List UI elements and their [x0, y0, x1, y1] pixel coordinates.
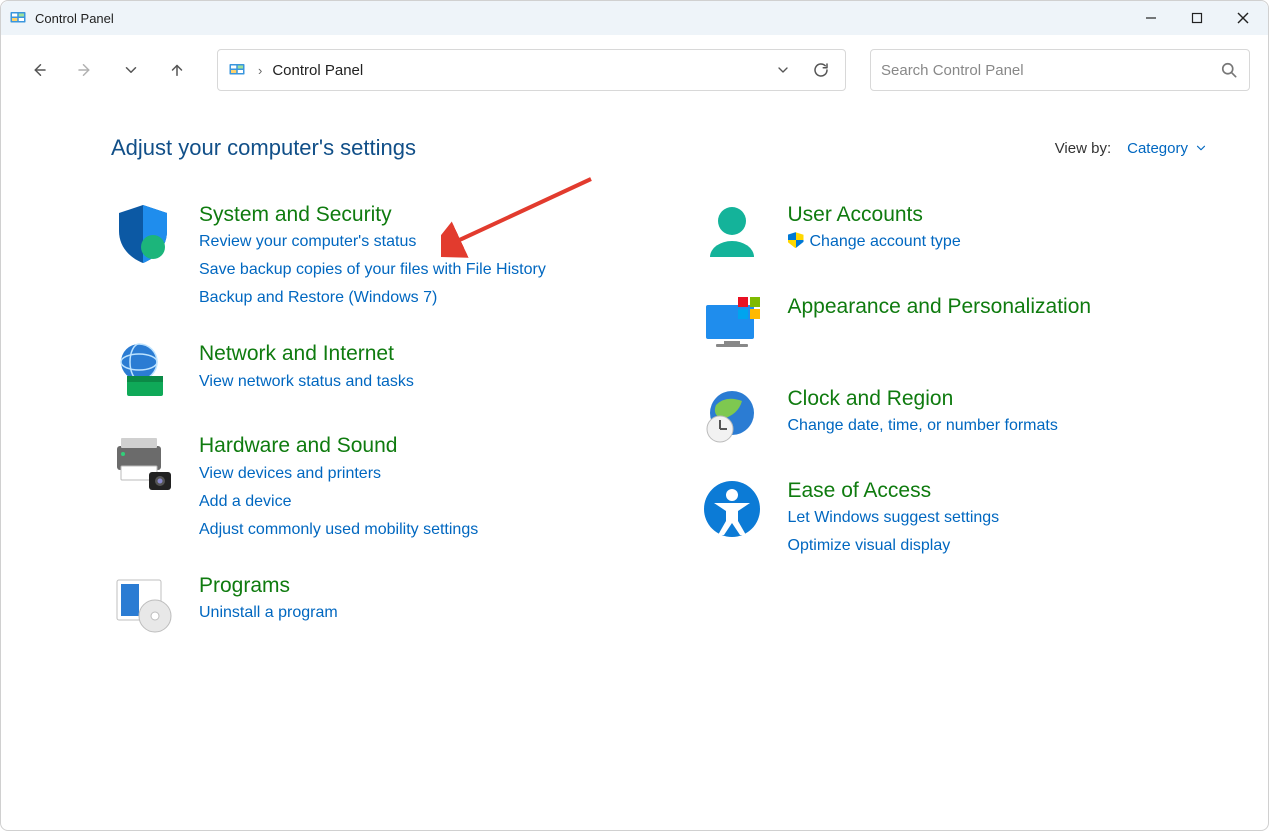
up-button[interactable] — [157, 50, 197, 90]
forward-button[interactable] — [65, 50, 105, 90]
titlebar: Control Panel — [1, 1, 1268, 35]
accessibility-icon — [700, 477, 764, 541]
shield-icon — [111, 201, 175, 265]
maximize-button[interactable] — [1174, 1, 1220, 35]
content-area: Adjust your computer's settings View by:… — [1, 105, 1268, 664]
category-title[interactable]: Clock and Region — [788, 387, 954, 410]
category-title[interactable]: Hardware and Sound — [199, 434, 397, 457]
programs-disc-icon — [111, 572, 175, 636]
page-heading: Adjust your computer's settings — [111, 135, 416, 161]
chevron-down-icon — [1194, 141, 1208, 155]
back-button[interactable] — [19, 50, 59, 90]
category-link[interactable]: Change date, time, or number formats — [788, 412, 1058, 440]
minimize-button[interactable] — [1128, 1, 1174, 35]
address-path: Control Panel — [272, 62, 765, 79]
left-column: System and Security Review your computer… — [111, 201, 620, 664]
category-ease-of-access: Ease of Access Let Windows suggest setti… — [700, 477, 1209, 560]
category-network-internet: Network and Internet View network status… — [111, 340, 620, 404]
address-dropdown-button[interactable] — [765, 52, 801, 88]
breadcrumb-chevron-icon: › — [258, 63, 262, 78]
category-hardware-sound: Hardware and Sound View devices and prin… — [111, 432, 620, 543]
search-icon — [1219, 60, 1239, 80]
user-icon — [700, 201, 764, 265]
view-by-selector[interactable]: View by: Category — [1055, 140, 1208, 157]
navbar: › Control Panel — [1, 35, 1268, 105]
category-user-accounts: User Accounts Change account type — [700, 201, 1209, 265]
category-title[interactable]: System and Security — [199, 203, 392, 226]
globe-network-icon — [111, 340, 175, 404]
recent-dropdown-button[interactable] — [111, 50, 151, 90]
category-link[interactable]: Let Windows suggest settings — [788, 504, 1000, 532]
window-title: Control Panel — [35, 11, 114, 26]
category-link[interactable]: Add a device — [199, 488, 478, 516]
globe-clock-icon — [700, 385, 764, 449]
refresh-button[interactable] — [803, 52, 839, 88]
search-input[interactable] — [881, 62, 1219, 79]
printer-camera-icon — [111, 432, 175, 496]
category-link[interactable]: Adjust commonly used mobility settings — [199, 516, 478, 544]
address-bar[interactable]: › Control Panel — [217, 49, 846, 91]
category-link[interactable]: Save backup copies of your files with Fi… — [199, 256, 546, 284]
category-link[interactable]: Review your computer's status — [199, 228, 546, 256]
category-title[interactable]: Programs — [199, 574, 290, 597]
view-by-value[interactable]: Category — [1127, 140, 1208, 157]
category-appearance-personalization: Appearance and Personalization — [700, 293, 1209, 357]
category-link[interactable]: View network status and tasks — [199, 368, 414, 396]
category-clock-region: Clock and Region Change date, time, or n… — [700, 385, 1209, 449]
monitor-apps-icon — [700, 293, 764, 357]
category-system-security: System and Security Review your computer… — [111, 201, 620, 312]
view-by-label: View by: — [1055, 140, 1111, 157]
close-button[interactable] — [1220, 1, 1266, 35]
category-title[interactable]: Ease of Access — [788, 479, 932, 502]
category-title[interactable]: Appearance and Personalization — [788, 295, 1092, 318]
control-panel-icon — [228, 61, 246, 79]
category-programs: Programs Uninstall a program — [111, 572, 620, 636]
category-link[interactable]: View devices and printers — [199, 460, 478, 488]
category-link[interactable]: Change account type — [788, 228, 961, 256]
category-title[interactable]: User Accounts — [788, 203, 923, 226]
category-link[interactable]: Backup and Restore (Windows 7) — [199, 284, 546, 312]
category-link[interactable]: Uninstall a program — [199, 599, 338, 627]
category-title[interactable]: Network and Internet — [199, 342, 394, 365]
search-box[interactable] — [870, 49, 1250, 91]
right-column: User Accounts Change account type Appear… — [700, 201, 1209, 664]
category-link[interactable]: Optimize visual display — [788, 532, 1000, 560]
control-panel-app-icon — [9, 9, 27, 27]
